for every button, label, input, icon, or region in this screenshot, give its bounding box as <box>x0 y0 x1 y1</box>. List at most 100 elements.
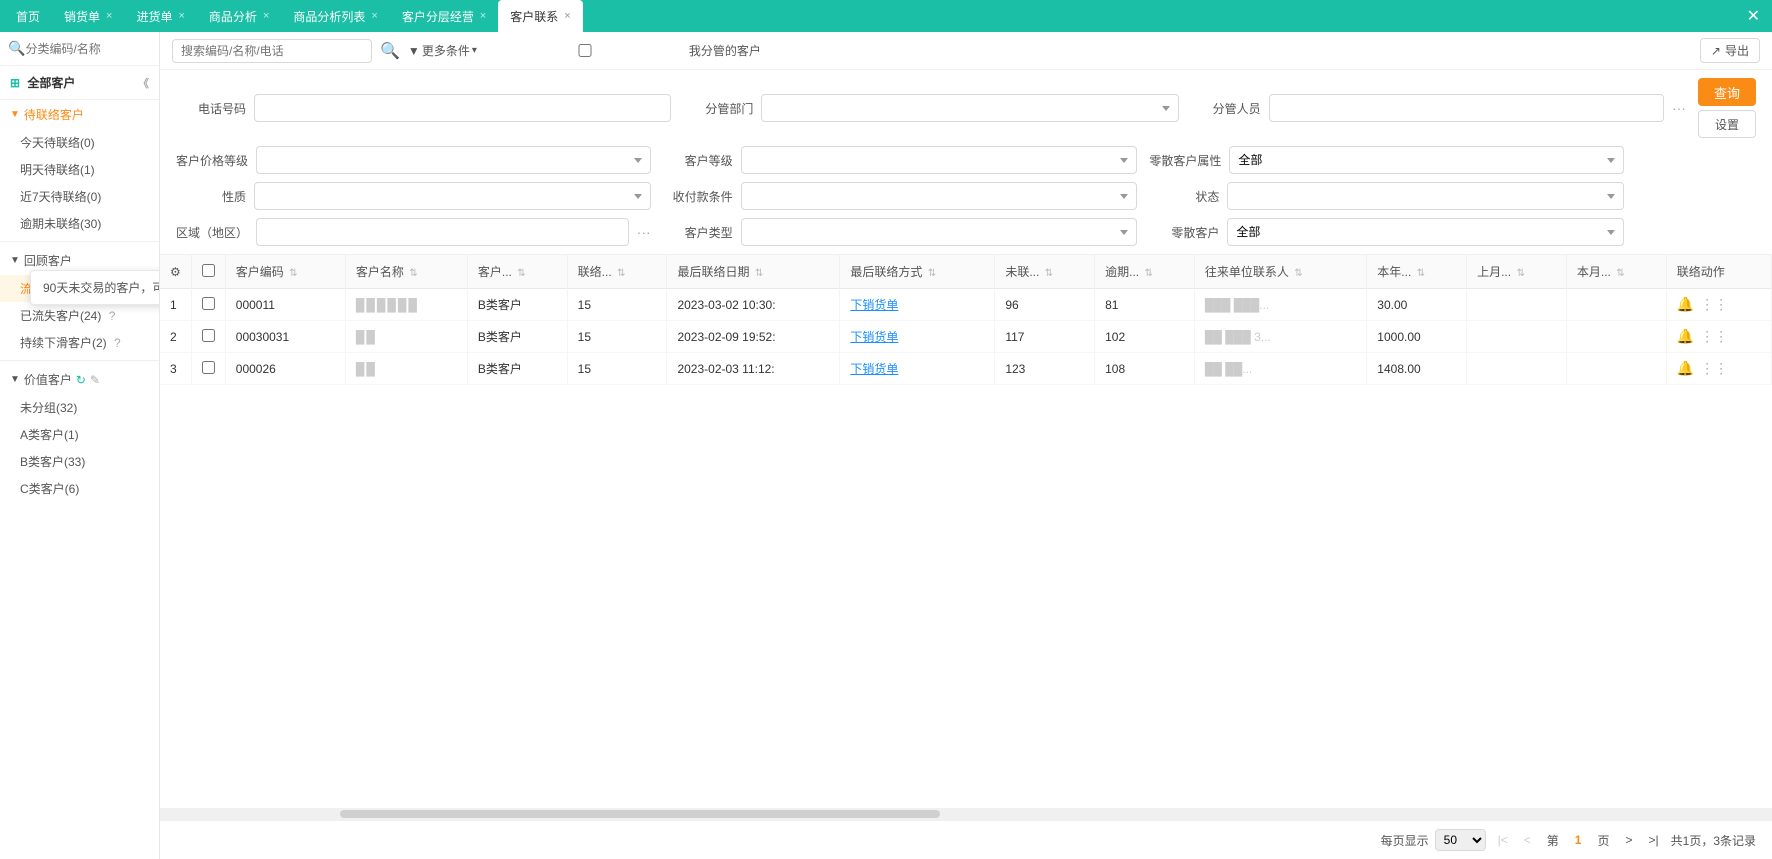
status-select[interactable] <box>1227 182 1624 210</box>
sidebar-group-value[interactable]: ▼ 价值客户 ↻ ✎ <box>0 365 159 394</box>
col-this-year[interactable]: 本年... ⇅ <box>1367 255 1467 289</box>
sidebar-item-declining[interactable]: 持续下滑客户(2) ? <box>0 329 159 356</box>
sidebar-item-churned[interactable]: 已流失客户(24) ? <box>0 302 159 329</box>
col-action: 联络动作 <box>1666 255 1771 289</box>
contact-icon[interactable]: 🔔 <box>1677 296 1694 313</box>
filter-group-retail-attr: 零散客户属性 全部 <box>1149 146 1624 174</box>
select-all-checkbox[interactable] <box>202 264 215 277</box>
cell-last-method[interactable]: 下销货单 <box>840 321 995 353</box>
my-customer-check[interactable] <box>485 44 685 57</box>
customer-level-select[interactable] <box>741 146 1138 174</box>
col-overdue[interactable]: 逾期... ⇅ <box>1095 255 1195 289</box>
next-page-btn[interactable]: > <box>1620 831 1639 849</box>
row-checkbox-1[interactable] <box>202 329 215 342</box>
col-last-month[interactable]: 上月... ⇅ <box>1467 255 1567 289</box>
gender-select[interactable] <box>254 182 651 210</box>
sidebar-item-overdue[interactable]: 逾期未联络(30) <box>0 210 159 237</box>
sidebar-item-7days[interactable]: 近7天待联络(0) <box>0 183 159 210</box>
col-code[interactable]: 客户编码 ⇅ <box>225 255 345 289</box>
cell-not-contact: 117 <box>995 321 1095 353</box>
customer-type-select[interactable] <box>741 218 1138 246</box>
cell-last-method[interactable]: 下销货单 <box>840 289 995 321</box>
settings-icon[interactable]: ⚙ <box>170 265 181 279</box>
my-customer-checkbox[interactable]: 我分管的客户 <box>485 42 761 59</box>
more-action-icon[interactable]: ⋮⋮ <box>1700 360 1728 377</box>
tab-customer-tier[interactable]: 客户分层经营 × <box>390 0 498 32</box>
export-button[interactable]: ↗ 导出 <box>1700 38 1760 63</box>
horizontal-scrollbar[interactable] <box>160 808 1772 820</box>
tab-product-analysis-close[interactable]: × <box>263 10 269 22</box>
tab-home[interactable]: 首页 <box>4 0 52 32</box>
query-button[interactable]: 查询 <box>1698 78 1756 106</box>
manager-input[interactable] <box>1269 94 1664 122</box>
more-action-icon[interactable]: ⋮⋮ <box>1700 296 1728 313</box>
settings-button[interactable]: 设置 <box>1698 110 1756 138</box>
tab-customer-contact-close[interactable]: × <box>564 10 570 22</box>
col-not-contact[interactable]: 未联... ⇅ <box>995 255 1095 289</box>
col-last-date[interactable]: 最后联络日期 ⇅ <box>667 255 840 289</box>
scrollbar-thumb[interactable] <box>340 810 940 818</box>
tab-purchase-close[interactable]: × <box>178 10 184 22</box>
more-conditions-button[interactable]: ▼ 更多条件 ▾ <box>408 42 477 59</box>
tab-product-analysis[interactable]: 商品分析 × <box>197 0 281 32</box>
sidebar-item-class-a[interactable]: A类客户(1) <box>0 421 159 448</box>
sidebar-all-customers[interactable]: ⊞ 全部客户 《 <box>0 66 159 100</box>
sidebar-item-today[interactable]: 今天待联络(0) <box>0 129 159 156</box>
page-unit: 页 <box>1591 830 1615 851</box>
payment-select[interactable] <box>741 182 1138 210</box>
row-checkbox-2[interactable] <box>202 361 215 374</box>
sidebar-group-pending[interactable]: ▼ 待联络客户 <box>0 100 159 129</box>
contact-icon[interactable]: 🔔 <box>1677 328 1694 345</box>
first-page-btn[interactable]: |< <box>1492 831 1514 849</box>
sort-icon-last-date: ⇅ <box>755 268 763 279</box>
retail-attr-select[interactable]: 全部 <box>1229 146 1624 174</box>
sidebar-item-unsorted[interactable]: 未分组(32) <box>0 394 159 421</box>
filter-group-retail: 零散客户 全部 <box>1149 218 1624 246</box>
filter-group-customer-type: 客户类型 <box>663 218 1138 246</box>
region-input[interactable] <box>256 218 629 246</box>
col-type[interactable]: 客户... ⇅ <box>467 255 567 289</box>
tab-product-list[interactable]: 商品分析列表 × <box>281 0 389 32</box>
refresh-icon[interactable]: ↻ <box>76 373 86 387</box>
phone-input[interactable] <box>254 94 671 122</box>
col-company-contact[interactable]: 往来单位联系人 ⇅ <box>1194 255 1366 289</box>
cell-this-month <box>1566 321 1666 353</box>
dept-select[interactable] <box>761 94 1178 122</box>
sidebar-item-tomorrow[interactable]: 明天待联络(1) <box>0 156 159 183</box>
tab-customer-tier-close[interactable]: × <box>480 10 486 22</box>
col-name[interactable]: 客户名称 ⇅ <box>345 255 467 289</box>
search-input[interactable] <box>172 39 372 63</box>
cell-last-month <box>1467 289 1567 321</box>
manager-more-icon[interactable]: ··· <box>1672 100 1686 116</box>
sidebar-search-input[interactable] <box>25 42 151 56</box>
last-method-link[interactable]: 下销货单 <box>850 298 898 312</box>
row-checkbox-0[interactable] <box>202 297 215 310</box>
last-method-link[interactable]: 下销货单 <box>850 362 898 376</box>
per-page-select[interactable]: 50 100 <box>1435 829 1486 851</box>
tab-purchase[interactable]: 进货单 × <box>124 0 196 32</box>
tab-sales[interactable]: 销货单 × <box>52 0 124 32</box>
search-button-icon[interactable]: 🔍 <box>380 41 400 61</box>
close-window-icon[interactable]: ✕ <box>1747 6 1768 26</box>
col-last-method[interactable]: 最后联络方式 ⇅ <box>840 255 995 289</box>
prev-page-btn[interactable]: < <box>1518 831 1537 849</box>
region-more-icon[interactable]: ··· <box>637 224 651 240</box>
tab-customer-contact[interactable]: 客户联系 × <box>498 0 582 32</box>
last-method-link[interactable]: 下销货单 <box>850 330 898 344</box>
col-this-month[interactable]: 本月... ⇅ <box>1566 255 1666 289</box>
cell-last-method[interactable]: 下销货单 <box>840 353 995 385</box>
sidebar-item-class-b[interactable]: B类客户(33) <box>0 448 159 475</box>
last-page-btn[interactable]: >| <box>1643 831 1665 849</box>
edit-icon[interactable]: ✎ <box>90 373 100 387</box>
tab-product-list-close[interactable]: × <box>371 10 377 22</box>
retail-select[interactable]: 全部 <box>1227 218 1624 246</box>
sidebar-search-bar[interactable]: 🔍 <box>0 32 159 66</box>
price-level-select[interactable] <box>256 146 651 174</box>
col-contact[interactable]: 联络... ⇅ <box>567 255 667 289</box>
collapse-icon[interactable]: 《 <box>138 75 149 91</box>
sidebar-item-class-c[interactable]: C类客户(6) <box>0 475 159 502</box>
more-action-icon[interactable]: ⋮⋮ <box>1700 328 1728 345</box>
contact-icon[interactable]: 🔔 <box>1677 360 1694 377</box>
sort-icon-not-contact: ⇅ <box>1045 268 1053 279</box>
tab-sales-close[interactable]: × <box>106 10 112 22</box>
